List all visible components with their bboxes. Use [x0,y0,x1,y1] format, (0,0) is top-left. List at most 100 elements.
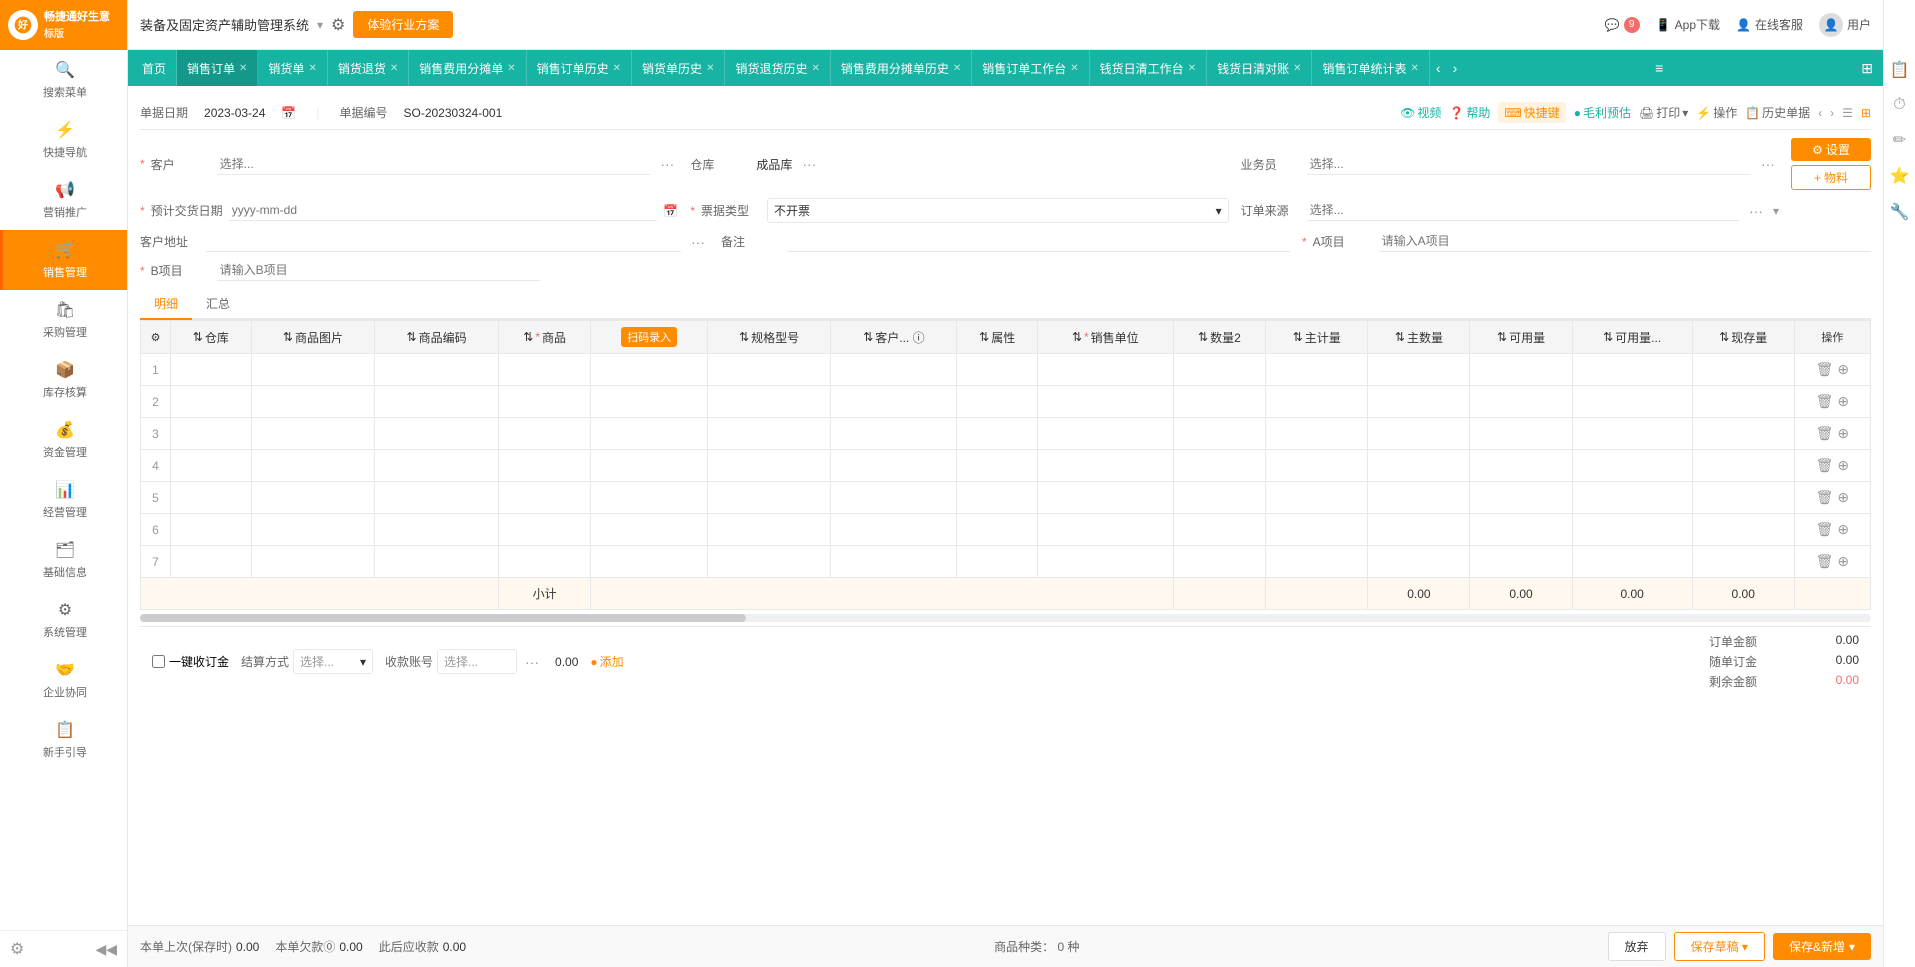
tab-sales-order-history[interactable]: 销售订单历史 ✕ [527,50,632,86]
tab-invoice-history[interactable]: 销货单历史 ✕ [632,50,725,86]
scroll-indicator[interactable] [140,614,1871,622]
row-copy-button[interactable]: ⊕ [1837,425,1849,442]
tab-summary[interactable]: 汇总 [192,289,244,320]
row-delete-button[interactable]: 🗑 [1816,393,1834,410]
tab-more-button[interactable]: ≡ [1649,50,1669,86]
order-source-more-button[interactable]: ··· [1745,203,1767,219]
order-source-dropdown-icon[interactable]: ▾ [1773,204,1779,218]
customer-input[interactable] [217,154,651,175]
grid-view-icon[interactable]: ⊞ [1861,106,1871,120]
tab-close-daily-workbench[interactable]: ✕ [1188,63,1196,74]
tab-close-sales-invoice[interactable]: ✕ [308,63,316,74]
rp-star-icon[interactable]: ⭐ [1890,166,1910,186]
row-copy-button[interactable]: ⊕ [1837,521,1849,538]
sidebar-item-sales[interactable]: 🛒 销售管理 [0,230,127,290]
one-click-checkout-label[interactable]: 一键收订金 [152,653,229,670]
sidebar-item-nav[interactable]: ⚡ 快捷导航 [0,110,127,170]
account-select[interactable]: 选择... [437,649,517,674]
nav-prev-icon[interactable]: ‹ [1818,106,1822,120]
delivery-date-input[interactable] [229,200,658,221]
shortcut-action[interactable]: ⌨ 快捷键 [1498,102,1565,123]
add-material-button[interactable]: + 物料 [1791,165,1871,190]
tab-sales-order[interactable]: 销售订单 ✕ [177,50,258,86]
row-delete-button[interactable]: 🗑 [1816,553,1834,570]
tab-close-sales-expense[interactable]: ✕ [507,63,515,74]
list-view-icon[interactable]: ☰ [1842,106,1853,120]
tab-sales-invoice[interactable]: 销货单 ✕ [258,50,327,86]
rp-edit-icon[interactable]: ✏ [1893,130,1906,150]
address-input[interactable] [206,231,681,252]
tab-close-sales-stats[interactable]: ✕ [1411,63,1419,74]
history-action[interactable]: 📋 历史单据 [1745,104,1810,121]
preview-action[interactable]: 👁 视频 [1400,104,1441,121]
account-more-button[interactable]: ··· [521,654,543,670]
tab-daily-workbench[interactable]: 钱货日清工作台 ✕ [1090,50,1207,86]
profit-action[interactable]: ● 毛利预估 [1574,104,1631,121]
date-picker-icon[interactable]: 📅 [663,204,678,218]
remarks-input[interactable] [787,231,1290,252]
salesperson-more-button[interactable]: ··· [1757,156,1779,172]
operations-action[interactable]: ⚡ 操作 [1696,104,1737,121]
collapse-icon[interactable]: ◀◀ [95,941,117,958]
calendar-icon[interactable]: 📅 [281,106,296,120]
sidebar-item-marketing[interactable]: 📢 营销推广 [0,170,127,230]
industry-button[interactable]: 体验行业方案 [353,11,453,38]
help-action[interactable]: ❓ 帮助 [1449,104,1490,121]
setup-button[interactable]: ⚙ 设置 [1791,138,1871,161]
customer-more-button[interactable]: ··· [656,156,678,172]
tab-close-invoice-history[interactable]: ✕ [706,63,714,74]
rp-tool-icon[interactable]: 🔧 [1890,202,1910,222]
nav-next-icon[interactable]: › [1830,106,1834,120]
sidebar-item-inventory[interactable]: 📦 库存核算 [0,350,127,410]
settlement-select[interactable]: 选择... ▾ [293,649,373,674]
topbar-dropdown-icon[interactable]: ▾ [317,18,323,32]
save-draft-dropdown-icon[interactable]: ▾ [1742,940,1748,954]
row-copy-button[interactable]: ⊕ [1837,361,1849,378]
sidebar-item-purchase[interactable]: 🛍 采购管理 [0,290,127,350]
row-delete-button[interactable]: 🗑 [1816,361,1834,378]
rp-clock-icon[interactable]: ⏱ [1893,96,1905,114]
one-click-checkout-checkbox[interactable] [152,655,165,668]
sidebar-item-cooperation[interactable]: 🤝 企业协同 [0,650,127,710]
a-project-input[interactable] [1379,231,1871,252]
settings-icon[interactable]: ⚙ [10,939,24,959]
row-copy-button[interactable]: ⊕ [1837,553,1849,570]
notifications-item[interactable]: 💬 9 [1605,17,1640,33]
sidebar-item-operations[interactable]: 📊 经营管理 [0,470,127,530]
user-item[interactable]: 👤 用户 [1819,13,1871,37]
save-draft-button[interactable]: 保存草稿 ▾ [1674,932,1765,961]
warehouse-more-button[interactable]: ··· [798,156,820,172]
row-copy-button[interactable]: ⊕ [1837,457,1849,474]
tab-sales-return[interactable]: 销货退货 ✕ [328,50,409,86]
row-delete-button[interactable]: 🗑 [1816,489,1834,506]
tab-close-expense-history[interactable]: ✕ [953,63,961,74]
scan-button[interactable]: 扫码录入 [621,327,677,347]
address-more-button[interactable]: ··· [687,234,709,250]
tab-close-sales-order[interactable]: ✕ [239,63,247,74]
tab-home[interactable]: 首页 [132,50,177,86]
tab-close-sales-return[interactable]: ✕ [390,63,398,74]
topbar-gear-button[interactable]: ⚙ [331,15,345,35]
online-service-item[interactable]: 👤 在线客服 [1736,16,1803,33]
tab-expand-button[interactable]: ⊞ [1855,50,1879,86]
row-copy-button[interactable]: ⊕ [1837,489,1849,506]
b-project-input[interactable] [217,260,540,281]
row-delete-button[interactable]: 🗑 [1816,521,1834,538]
app-download-item[interactable]: 📱 App下载 [1656,16,1720,33]
discard-button[interactable]: 放弃 [1608,932,1666,961]
row-delete-button[interactable]: 🗑 [1816,425,1834,442]
tab-close-sales-order-history[interactable]: ✕ [613,63,621,74]
sidebar-item-system[interactable]: ⚙ 系统管理 [0,590,127,650]
order-source-input[interactable] [1307,200,1739,221]
sidebar-item-guide[interactable]: 📋 新手引导 [0,710,127,770]
col-settings[interactable]: ⚙ [141,321,171,354]
sidebar-item-search[interactable]: 🔍 搜索菜单 [0,50,127,110]
rp-doc-icon[interactable]: 📋 [1890,60,1910,80]
row-delete-button[interactable]: 🗑 [1816,457,1834,474]
tab-sales-stats[interactable]: 销售订单统计表 ✕ [1312,50,1429,86]
row-copy-button[interactable]: ⊕ [1837,393,1849,410]
tab-daily-reconcile[interactable]: 钱货日清对账 ✕ [1207,50,1312,86]
sidebar-item-base[interactable]: 🗂 基础信息 [0,530,127,590]
add-payment-button[interactable]: ● 添加 [590,653,623,670]
save-new-button[interactable]: 保存&新增 ▾ [1773,933,1871,960]
